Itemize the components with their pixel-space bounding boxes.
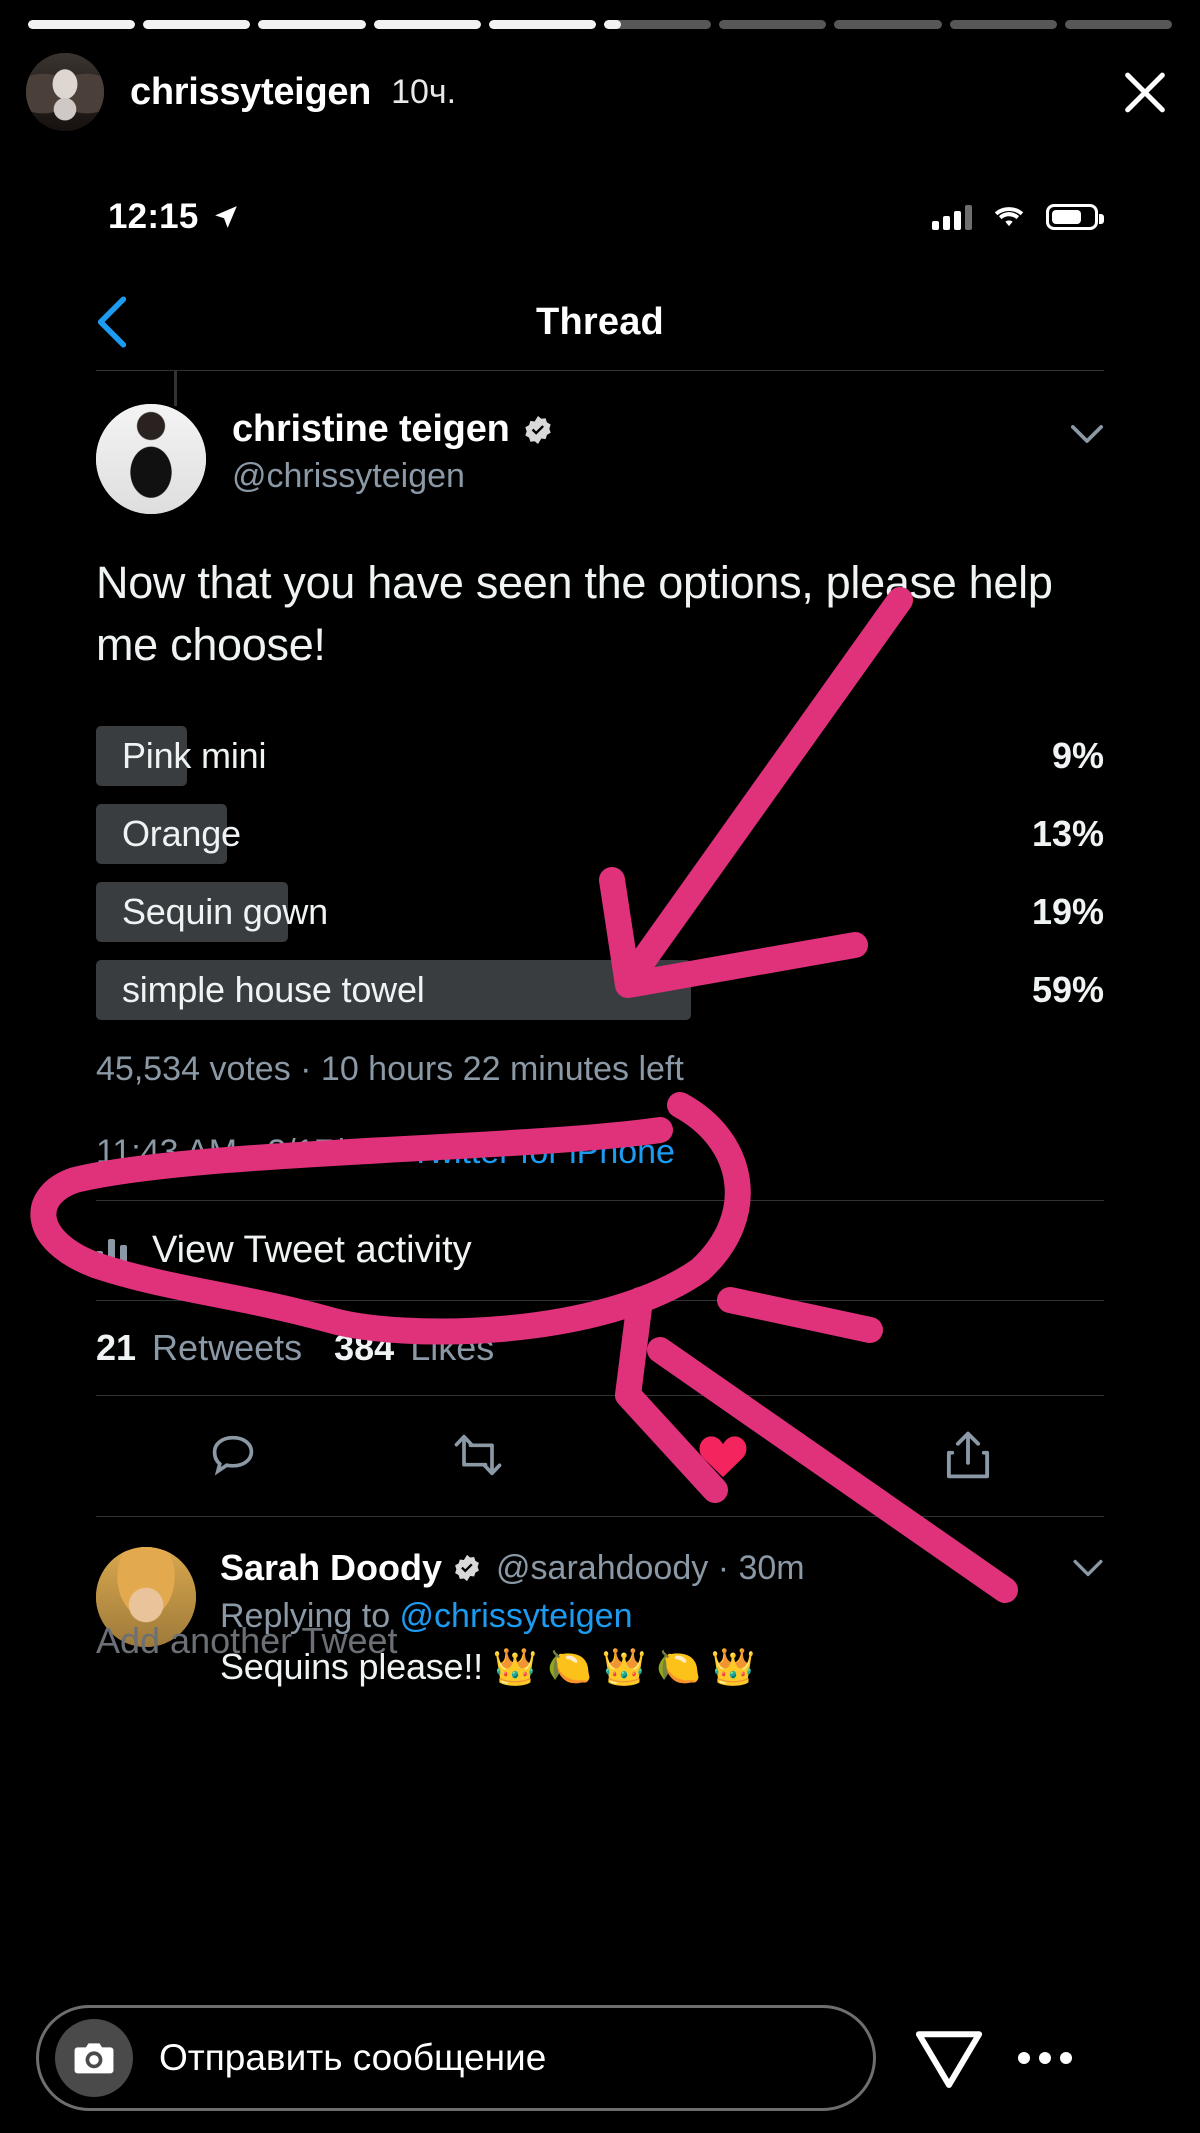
author-name[interactable]: christine teigen	[232, 408, 510, 451]
status-time: 12:15	[108, 197, 199, 236]
message-input[interactable]: Отправить сообщение	[36, 2005, 876, 2111]
retweets-label[interactable]: Retweets	[152, 1327, 302, 1369]
likes-label[interactable]: Likes	[410, 1327, 494, 1369]
story-progress-bar[interactable]	[28, 20, 1173, 29]
location-arrow-icon	[214, 206, 237, 228]
verified-badge-icon	[455, 1555, 479, 1582]
compose-placeholder[interactable]: Add another Tweet	[96, 1620, 1104, 1662]
story-progress-segment[interactable]	[488, 20, 597, 29]
retweets-count: 21	[96, 1327, 137, 1369]
battery-icon	[1046, 204, 1104, 230]
story-author-avatar[interactable]	[26, 53, 104, 131]
story-viewer: chrissyteigen 10ч. 12:15 Thread christin…	[0, 0, 1200, 2133]
reply-author-handle: @sarahdoody · 30m	[496, 1548, 805, 1587]
poll-option-percent: 9%	[1051, 735, 1104, 777]
poll-option-percent: 13%	[1031, 813, 1104, 855]
tweet-container: christine teigen @chrissyteigen Now that…	[0, 370, 1200, 1688]
camera-icon[interactable]	[55, 2019, 133, 2097]
poll-option-label: simple house towel	[122, 969, 425, 1011]
tweet-source-link[interactable]: Twitter for iPhone	[410, 1133, 675, 1171]
heart-icon-filled[interactable]	[692, 1424, 754, 1486]
poll-option-label: Sequin gown	[122, 891, 328, 933]
reply-author-name[interactable]: Sarah Doody	[220, 1547, 442, 1589]
story-progress-segment[interactable]	[949, 20, 1057, 29]
back-chevron-icon[interactable]	[92, 296, 132, 348]
likes-count: 384	[334, 1327, 395, 1369]
engagement-stats: 21 Retweets 384 Likes	[0, 1301, 1200, 1395]
poll-option[interactable]: Sequin gown 19%	[96, 878, 1104, 946]
story-progress-segment[interactable]	[1064, 20, 1173, 29]
page-title: Thread	[536, 300, 664, 343]
reply-icon[interactable]	[202, 1424, 264, 1486]
status-icons	[932, 204, 1104, 230]
tweet-timestamp: 11:43 AM · 3/17/20 · Twitter for iPhone	[0, 1089, 1200, 1172]
story-progress-segment[interactable]	[719, 20, 827, 29]
more-horizontal-icon[interactable]	[1018, 2052, 1072, 2064]
poll-option[interactable]: Orange 13%	[96, 800, 1104, 868]
story-progress-segment[interactable]	[28, 20, 136, 29]
close-icon[interactable]	[1114, 61, 1176, 123]
poll-option-label: Orange	[122, 813, 241, 855]
view-tweet-activity-row[interactable]: View Tweet activity	[0, 1201, 1200, 1300]
tweet-actions	[0, 1396, 1200, 1516]
poll[interactable]: Pink mini 9% Orange 13% Sequin gown 19% simple…	[0, 676, 1200, 1024]
story-username[interactable]: chrissyteigen	[130, 71, 371, 114]
tweet-text: Now that you have seen the options, plea…	[96, 557, 1053, 671]
story-progress-segment[interactable]	[258, 20, 366, 29]
reply-tweet: Sarah Doody @sarahdoody · 30m Replying t…	[0, 1517, 1200, 1688]
retweet-icon[interactable]	[447, 1424, 509, 1486]
story-progress-segment[interactable]	[143, 20, 251, 29]
tweet-author: christine teigen @chrissyteigen	[0, 370, 1200, 514]
story-reply-bar: Отправить сообщение	[0, 1983, 1200, 2133]
wifi-icon	[994, 207, 1024, 227]
chevron-down-icon[interactable]	[1070, 424, 1104, 444]
poll-option[interactable]: simple house towel 59%	[96, 956, 1104, 1024]
verified-badge-icon	[524, 415, 551, 444]
story-timestamp: 10ч.	[391, 72, 457, 111]
share-icon[interactable]	[937, 1424, 999, 1486]
timestamp-text: 11:43 AM · 3/17/20 ·	[96, 1133, 411, 1172]
embedded-twitter-screenshot: 12:15 Thread christine teigen @chrissyte…	[0, 168, 1200, 2068]
thread-navbar: Thread	[0, 274, 1200, 370]
message-placeholder[interactable]: Отправить сообщение	[159, 2037, 546, 2079]
story-progress-segment[interactable]	[604, 20, 712, 29]
poll-option-label: Pink mini	[122, 735, 267, 777]
story-progress-segment[interactable]	[373, 20, 481, 29]
poll-option[interactable]: Pink mini 9%	[96, 722, 1104, 790]
story-header: chrissyteigen 10ч.	[26, 46, 1176, 138]
activity-label[interactable]: View Tweet activity	[152, 1229, 472, 1272]
chevron-down-icon[interactable]	[1072, 1559, 1104, 1577]
author-handle: @chrissyteigen	[232, 457, 465, 495]
send-paperplane-icon[interactable]	[906, 2015, 992, 2101]
avatar[interactable]	[96, 404, 206, 514]
phone-status-bar: 12:15	[0, 190, 1200, 244]
cellular-signal-icon	[932, 204, 972, 230]
story-progress-segment[interactable]	[834, 20, 942, 29]
poll-meta: 45,534 votes · 10 hours 22 minutes left	[96, 1050, 684, 1089]
poll-option-percent: 59%	[1031, 969, 1104, 1011]
poll-option-percent: 19%	[1031, 891, 1104, 933]
bar-chart-icon	[96, 1235, 130, 1267]
